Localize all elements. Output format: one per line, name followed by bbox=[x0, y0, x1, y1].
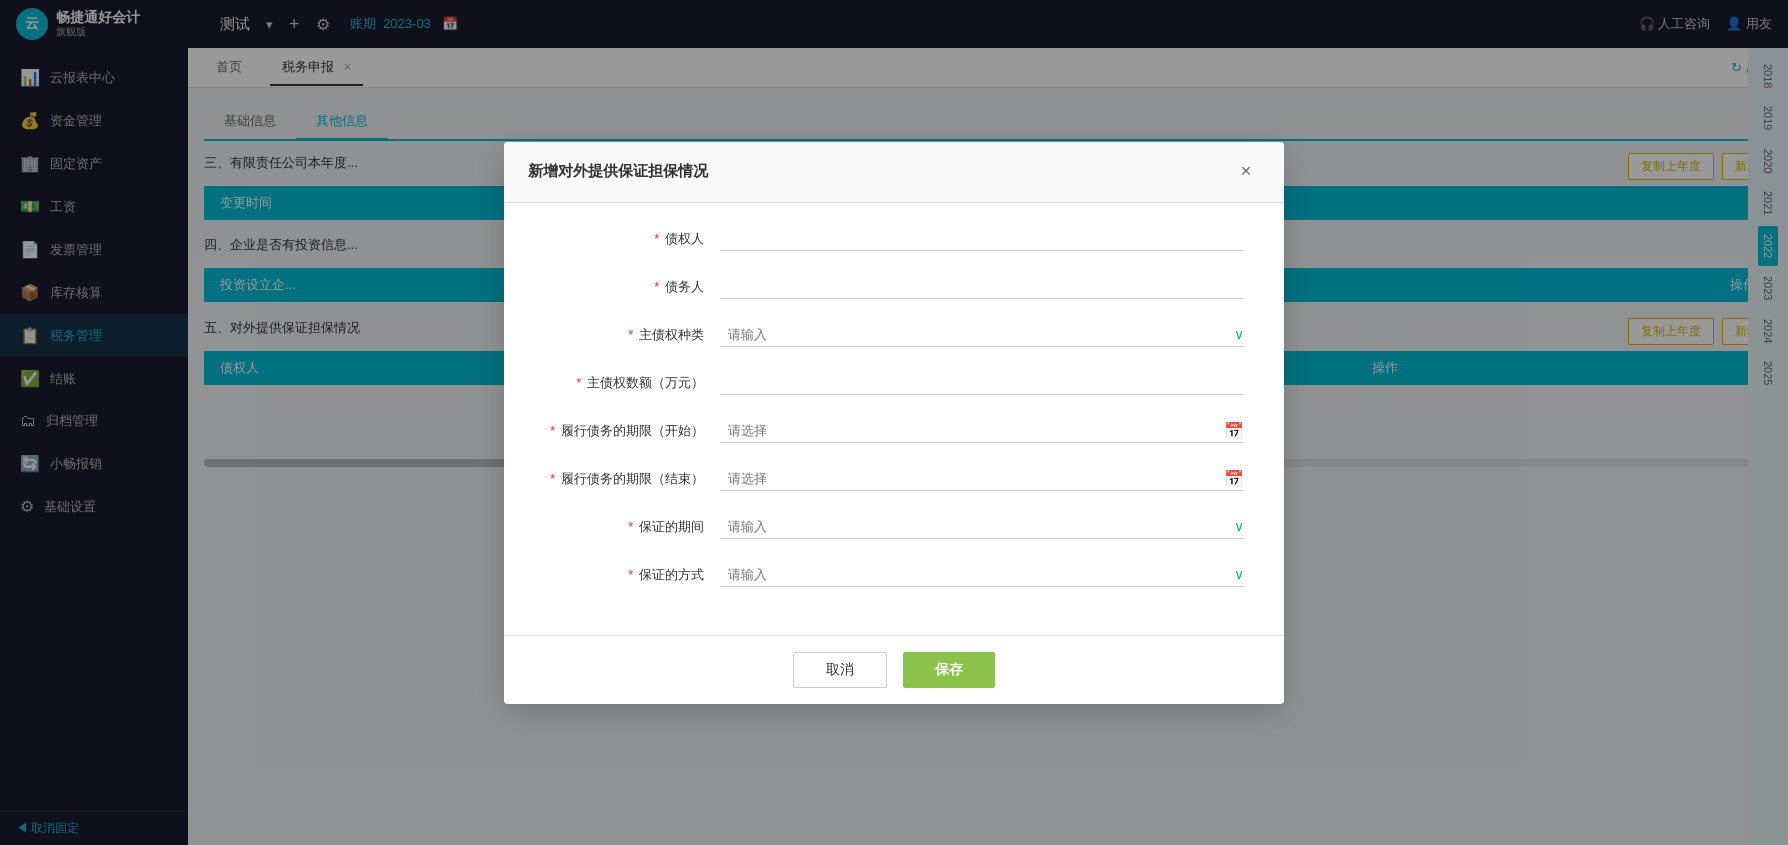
input-debtor[interactable] bbox=[720, 275, 1244, 299]
dialog-title: 新增对外提供保证担保情况 bbox=[528, 162, 708, 181]
calendar-end-icon[interactable]: 📅 bbox=[1224, 469, 1244, 488]
chevron-down-icon[interactable]: ∨ bbox=[1234, 326, 1244, 342]
label-claim-type: * 主债权种类 bbox=[544, 326, 704, 344]
label-guarantee-period: * 保证的期间 bbox=[544, 518, 704, 536]
select-guarantee-method-input[interactable] bbox=[720, 563, 1234, 586]
save-button[interactable]: 保存 bbox=[903, 652, 995, 688]
dialog-close-btn[interactable]: × bbox=[1232, 158, 1260, 186]
dialog: 新增对外提供保证担保情况 × * 债权人 * 债务人 bbox=[504, 142, 1284, 704]
form-row-claim-amount: * 主债权数额（万元） bbox=[544, 371, 1244, 395]
label-guarantee-method: * 保证的方式 bbox=[544, 566, 704, 584]
date-period-end-input[interactable] bbox=[720, 467, 1224, 490]
dialog-body: * 债权人 * 债务人 * 主债权种类 bbox=[504, 203, 1284, 635]
form-row-guarantee-method: * 保证的方式 ∨ bbox=[544, 563, 1244, 587]
calendar-start-icon[interactable]: 📅 bbox=[1224, 421, 1244, 440]
form-row-debtor: * 债务人 bbox=[544, 275, 1244, 299]
form-row-guarantee-period: * 保证的期间 ∨ bbox=[544, 515, 1244, 539]
input-claim-amount[interactable] bbox=[720, 371, 1244, 395]
select-guarantee-method[interactable]: ∨ bbox=[720, 563, 1244, 587]
date-period-start-input[interactable] bbox=[720, 419, 1224, 442]
input-creditor[interactable] bbox=[720, 227, 1244, 251]
form-row-period-end: * 履行债务的期限（结束） 📅 bbox=[544, 467, 1244, 491]
label-creditor: * 债权人 bbox=[544, 230, 704, 248]
date-period-end[interactable]: 📅 bbox=[720, 467, 1244, 491]
select-guarantee-period[interactable]: ∨ bbox=[720, 515, 1244, 539]
select-guarantee-period-input[interactable] bbox=[720, 515, 1234, 538]
select-claim-type-input[interactable] bbox=[720, 323, 1234, 346]
form-row-creditor: * 债权人 bbox=[544, 227, 1244, 251]
select-claim-type[interactable]: ∨ bbox=[720, 323, 1244, 347]
cancel-button[interactable]: 取消 bbox=[793, 652, 887, 688]
chevron-down-icon-2[interactable]: ∨ bbox=[1234, 518, 1244, 534]
label-period-end: * 履行债务的期限（结束） bbox=[544, 470, 704, 488]
form-row-claim-type: * 主债权种类 ∨ bbox=[544, 323, 1244, 347]
chevron-down-icon-3[interactable]: ∨ bbox=[1234, 566, 1244, 582]
label-period-start: * 履行债务的期限（开始） bbox=[544, 422, 704, 440]
label-debtor: * 债务人 bbox=[544, 278, 704, 296]
dialog-header: 新增对外提供保证担保情况 × bbox=[504, 142, 1284, 203]
dialog-footer: 取消 保存 bbox=[504, 635, 1284, 704]
dialog-overlay: 新增对外提供保证担保情况 × * 债权人 * 债务人 bbox=[0, 0, 1788, 845]
form-row-period-start: * 履行债务的期限（开始） 📅 bbox=[544, 419, 1244, 443]
label-claim-amount: * 主债权数额（万元） bbox=[544, 374, 704, 392]
date-period-start[interactable]: 📅 bbox=[720, 419, 1244, 443]
